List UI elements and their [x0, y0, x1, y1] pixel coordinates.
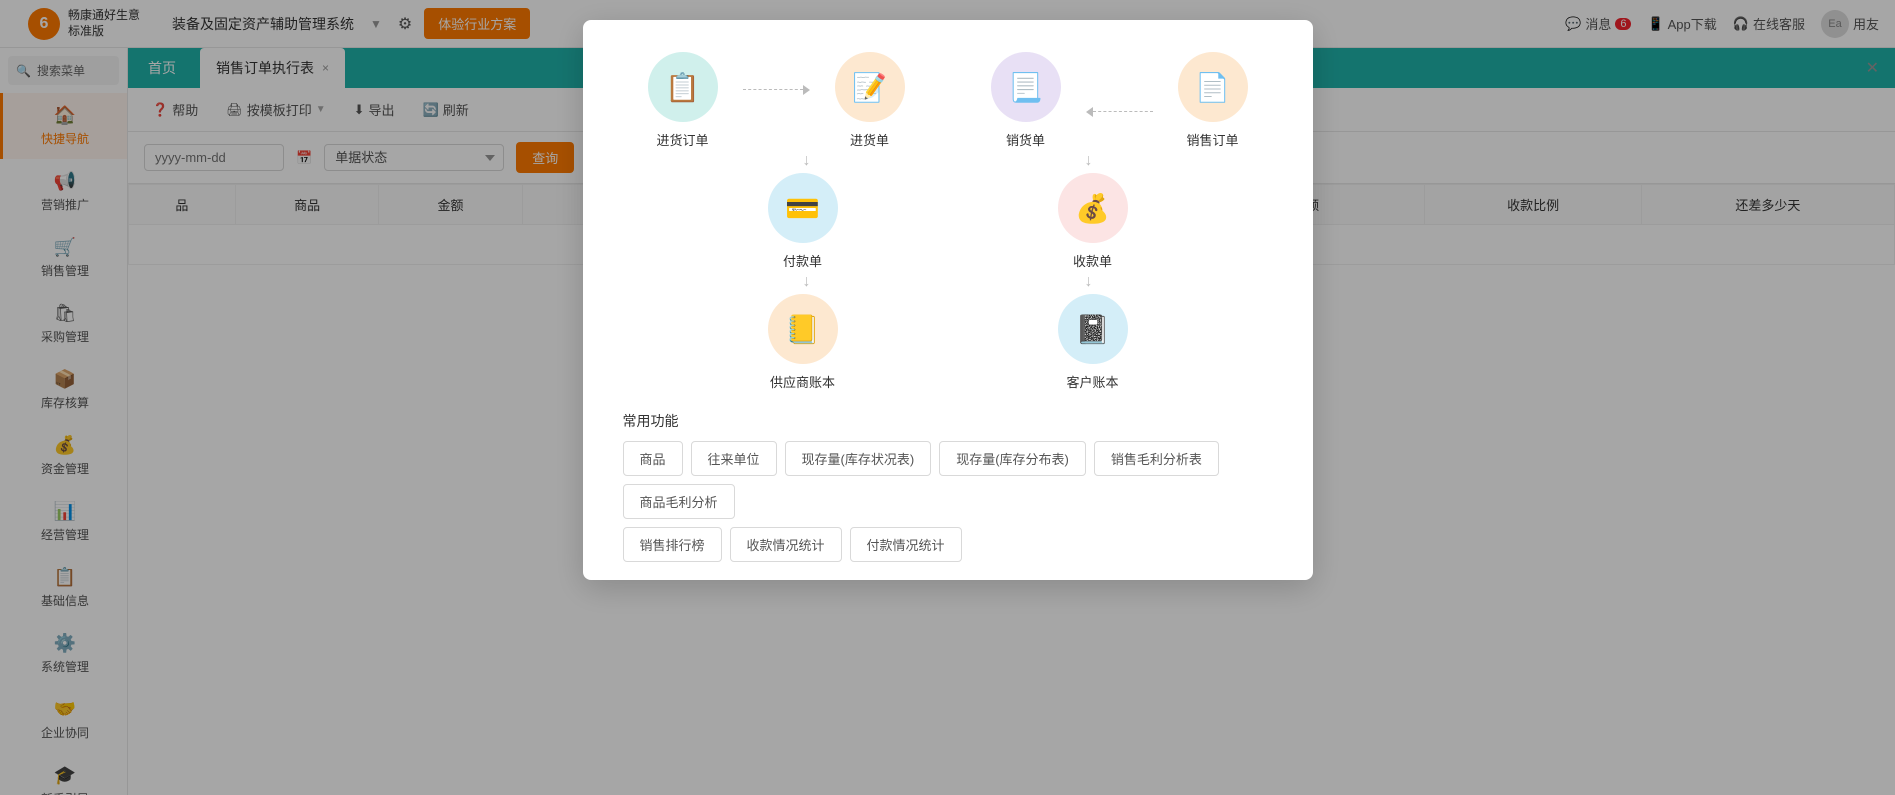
receipt-label: 收款单: [1073, 251, 1112, 270]
sale-bill-circle: 📃: [991, 52, 1061, 122]
flow-node-payment[interactable]: 💳 付款单: [743, 173, 863, 270]
flow-row-3: 📒 供应商账本 📓 客户账本: [623, 294, 1273, 391]
payment-circle: 💳: [768, 173, 838, 243]
common-btn-3[interactable]: 现存量(库存分布表): [939, 441, 1086, 476]
common-btn-4[interactable]: 销售毛利分析表: [1094, 441, 1219, 476]
common-btn-5[interactable]: 商品毛利分析: [623, 484, 735, 519]
purchase-order-circle: 📋: [648, 52, 718, 122]
common-btns-row2: 销售排行榜 收款情况统计 付款情况统计: [623, 527, 1273, 562]
sale-bill-icon: 📃: [1008, 71, 1043, 104]
receipt-icon: 💰: [1075, 192, 1110, 225]
common-btn-8[interactable]: 付款情况统计: [850, 527, 962, 562]
supplier-ledger-label: 供应商账本: [770, 372, 835, 391]
common-btns: 商品 往来单位 现存量(库存状况表) 现存量(库存分布表) 销售毛利分析表 商品…: [623, 441, 1273, 519]
customer-ledger-label: 客户账本: [1066, 372, 1118, 391]
popup-overlay[interactable]: 📋 进货订单: [128, 48, 1895, 795]
popup: 📋 进货订单: [583, 48, 1313, 580]
purchase-bill-label: 进货单: [850, 130, 889, 149]
sale-bill-label: 销货单: [1006, 130, 1045, 149]
arrow-row-down-2: ↓ ↓: [623, 270, 1273, 294]
flow-node-purchase-order[interactable]: 📋 进货订单: [623, 52, 743, 149]
flow-node-customer-ledger[interactable]: 📓 客户账本: [1033, 294, 1153, 391]
purchase-bill-circle: 📝: [835, 52, 905, 122]
arrow-left-1: [1086, 85, 1153, 117]
flow-node-supplier-ledger[interactable]: 📒 供应商账本: [743, 294, 863, 391]
content-area: 首页 销售订单执行表 × ✕ ❓ 帮助 🖨 按模板打印 ▼: [128, 48, 1895, 795]
arrow-down-payment: ↓: [803, 274, 811, 290]
receipt-circle: 💰: [1058, 173, 1128, 243]
flow-section: 📋 进货订单: [623, 52, 1273, 391]
common-btn-1[interactable]: 往来单位: [691, 441, 777, 476]
payment-icon: 💳: [785, 192, 820, 225]
sale-order-label: 销售订单: [1186, 130, 1238, 149]
common-btn-6[interactable]: 销售排行榜: [623, 527, 722, 562]
customer-ledger-icon: 📓: [1075, 313, 1110, 346]
common-btn-7[interactable]: 收款情况统计: [730, 527, 842, 562]
common-section: 常用功能 商品 往来单位 现存量(库存状况表) 现存量(库存分布表) 销售毛利分…: [623, 411, 1273, 562]
flow-row-2: 💳 付款单 💰 收款单: [623, 173, 1273, 270]
sale-order-circle: 📄: [1178, 52, 1248, 122]
arrow-down-sale: ↓: [1085, 153, 1093, 169]
arrow-right-1: [743, 85, 810, 117]
flow-node-sale-bill[interactable]: 📃 销货单: [966, 52, 1086, 149]
arrow-row-down: ↓ ↓: [623, 149, 1273, 173]
supplier-ledger-circle: 📒: [768, 294, 838, 364]
purchase-order-label: 进货订单: [656, 130, 708, 149]
flow-row-1: 📋 进货订单: [623, 52, 1273, 149]
flow-node-sale-order[interactable]: 📄 销售订单: [1153, 52, 1273, 149]
purchase-bill-icon: 📝: [852, 71, 887, 104]
common-btn-2[interactable]: 现存量(库存状况表): [785, 441, 932, 476]
customer-ledger-circle: 📓: [1058, 294, 1128, 364]
arrow-down-receipt: ↓: [1085, 274, 1093, 290]
flow-node-receipt[interactable]: 💰 收款单: [1033, 173, 1153, 270]
supplier-ledger-icon: 📒: [785, 313, 820, 346]
common-title: 常用功能: [623, 411, 1273, 431]
flow-node-purchase-bill[interactable]: 📝 进货单: [810, 52, 930, 149]
purchase-order-icon: 📋: [665, 71, 700, 104]
sale-order-icon: 📄: [1195, 71, 1230, 104]
common-btn-0[interactable]: 商品: [623, 441, 683, 476]
arrow-down-purchase: ↓: [803, 153, 811, 169]
payment-label: 付款单: [783, 251, 822, 270]
